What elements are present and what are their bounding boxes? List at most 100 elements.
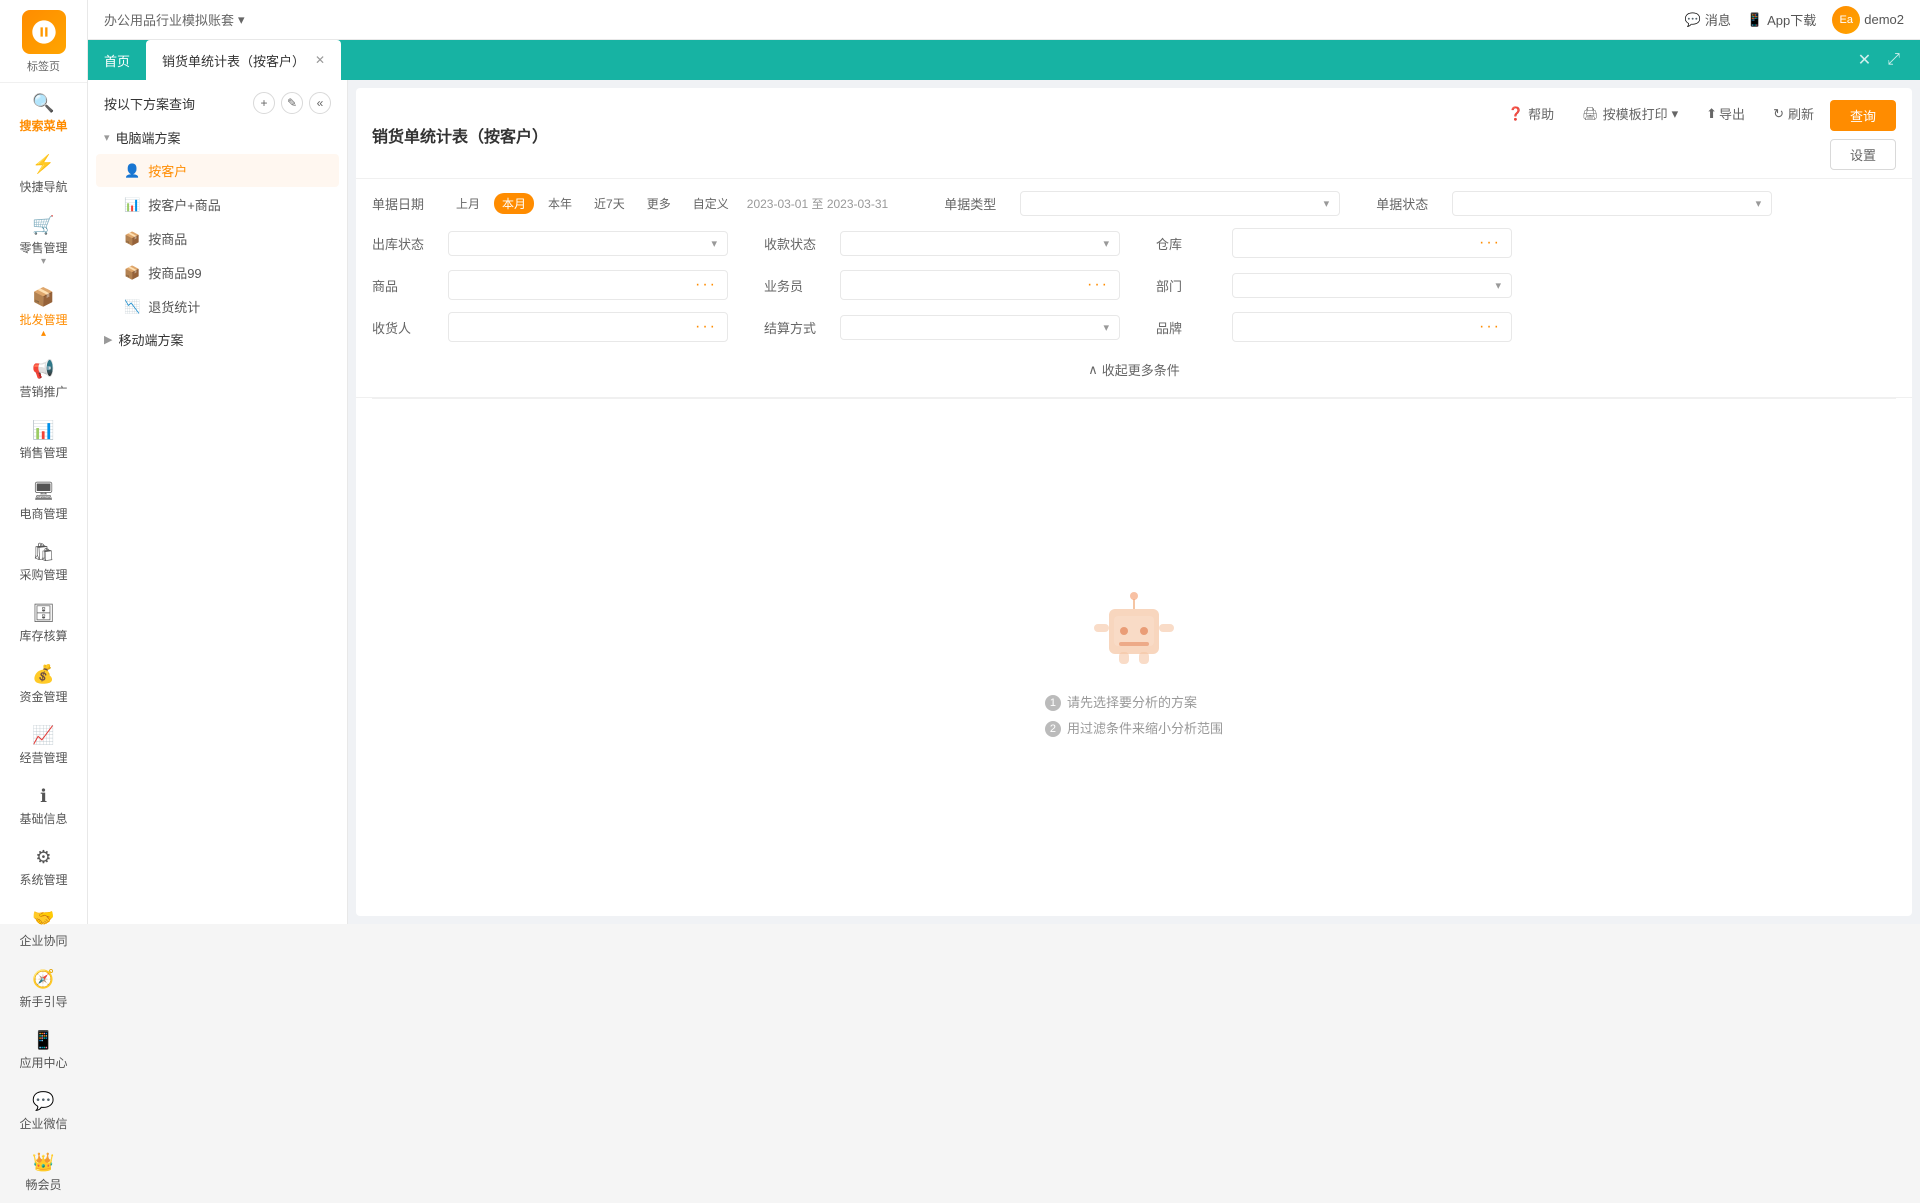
app-title: 办公用品行业模拟账套 [104, 10, 234, 29]
logo-icon [22, 10, 66, 54]
return-stats-icon: 📉 [124, 299, 140, 315]
marketing-icon: 📢 [32, 359, 54, 380]
tab-home[interactable]: 首页 [88, 40, 146, 80]
content-area: 按以下方案查询 + ✎ « ▾ 电脑端方案 [88, 80, 1920, 924]
search-icon: 🔍 [32, 93, 54, 114]
type-chevron-icon: ▾ [1324, 197, 1330, 210]
logo-text: 标签页 [27, 58, 60, 74]
salesman-select[interactable]: ··· [840, 270, 1120, 300]
out-status-chevron-icon: ▾ [711, 237, 717, 250]
sidebar-item-vip[interactable]: 👑 畅会员 [0, 1142, 87, 1203]
warehouse-dots: ··· [1479, 234, 1501, 252]
tab-sales-stats-label: 销货单统计表（按客户） [162, 51, 305, 70]
user-profile-btn[interactable]: Ea demo2 [1832, 6, 1904, 34]
tab-close-icon[interactable]: ✕ [315, 53, 325, 67]
scheme-collapse-btn[interactable]: « [309, 92, 331, 114]
date-btn-last-month[interactable]: 上月 [448, 193, 488, 214]
collapse-filter-btn[interactable]: ∧ 收起更多条件 [372, 354, 1896, 385]
vip-icon: 👑 [32, 1152, 54, 1173]
query-button[interactable]: 查询 [1830, 100, 1896, 131]
product-select[interactable]: ··· [448, 270, 728, 300]
avatar-text: Ea [1840, 14, 1853, 26]
sidebar-item-vip-label: 畅会员 [25, 1176, 61, 1193]
wholesale-icon: 📦 [32, 287, 54, 308]
date-btn-7days[interactable]: 近7天 [586, 193, 633, 214]
help-icon: ❓ [1508, 106, 1524, 122]
ecommerce-icon: 🖥 [32, 481, 55, 502]
scheme-item-by-customer-product[interactable]: 📊 按客户+商品 [96, 188, 339, 221]
app-title-dropdown[interactable]: 办公用品行业模拟账套 ▾ [104, 10, 245, 29]
desktop-scheme-header[interactable]: ▾ 电脑端方案 [96, 122, 339, 153]
date-btn-custom[interactable]: 自定义 [685, 193, 737, 214]
pay-status-chevron-icon: ▾ [1103, 237, 1109, 250]
mobile-scheme-header[interactable]: ▶ 移动端方案 [96, 324, 339, 355]
template-print-btn[interactable]: 🖨 按模板打印 ▾ [1574, 100, 1686, 127]
dept-select[interactable]: ▾ [1232, 273, 1512, 298]
message-btn[interactable]: 💬 消息 [1685, 10, 1731, 29]
date-btn-more[interactable]: 更多 [639, 193, 679, 214]
window-close-icon[interactable]: ✕ [1858, 50, 1871, 70]
scheme-item-by-product-99[interactable]: 📦 按商品99 [96, 256, 339, 289]
sidebar-item-sales-mgmt[interactable]: 📊 销售管理 [0, 410, 87, 471]
collapse-up-icon: ∧ [1088, 362, 1098, 378]
retail-arrow: ▾ [41, 256, 46, 267]
out-status-select[interactable]: ▾ [448, 231, 728, 256]
type-select[interactable]: ▾ [1020, 191, 1340, 216]
sidebar-item-retail[interactable]: 🛒 零售管理 ▾ [0, 205, 87, 277]
export-btn[interactable]: ⬆ 导出 [1698, 100, 1753, 127]
download-icon: 📱 [1747, 12, 1763, 28]
sidebar-item-ecommerce-label: 电商管理 [19, 505, 67, 522]
pay-status-select[interactable]: ▾ [840, 231, 1120, 256]
avatar: Ea [1832, 6, 1860, 34]
by-customer-product-label: 按客户+商品 [148, 195, 221, 214]
sidebar-item-wholesale[interactable]: 📦 批发管理 ▴ [0, 277, 87, 349]
tab-sales-stats[interactable]: 销货单统计表（按客户） ✕ [146, 40, 341, 80]
recipient-select[interactable]: ··· [448, 312, 728, 342]
window-maximize-icon[interactable]: ⤢ [1887, 51, 1900, 69]
sidebar-item-sales-mgmt-label: 销售管理 [19, 444, 67, 461]
scheme-edit-btn[interactable]: ✎ [281, 92, 303, 114]
brand-label: 品牌 [1156, 318, 1216, 337]
settlement-select[interactable]: ▾ [840, 315, 1120, 340]
setting-button[interactable]: 设置 [1830, 139, 1896, 170]
refresh-btn[interactable]: ↻ 刷新 [1765, 100, 1822, 127]
app-download-btn[interactable]: 📱 App下载 [1747, 10, 1816, 29]
out-status-label: 出库状态 [372, 234, 432, 253]
sidebar-item-enterprise[interactable]: 🤝 企业协同 [0, 898, 87, 959]
logo-area: 标签页 [0, 0, 87, 83]
message-icon: 💬 [1685, 12, 1701, 28]
warehouse-label: 仓库 [1156, 234, 1216, 253]
status-select[interactable]: ▾ [1452, 191, 1772, 216]
sidebar-item-operations[interactable]: 📈 经营管理 [0, 715, 87, 776]
scheme-item-by-customer[interactable]: 👤 按客户 [96, 154, 339, 187]
scheme-add-btn[interactable]: + [253, 92, 275, 114]
sidebar-item-inventory[interactable]: 🗄 库存核算 [0, 593, 87, 654]
brand-select[interactable]: ··· [1232, 312, 1512, 342]
date-btn-this-month[interactable]: 本月 [494, 193, 534, 214]
sidebar-item-quick-nav[interactable]: ⚡ 快捷导航 [0, 144, 87, 205]
sidebar-item-wechat[interactable]: 💬 企业微信 [0, 1081, 87, 1142]
sidebar-item-app-center[interactable]: 📱 应用中心 [0, 1020, 87, 1081]
sidebar-item-marketing[interactable]: 📢 营销推广 [0, 349, 87, 410]
sidebar-item-basic-info[interactable]: ℹ 基础信息 [0, 776, 87, 837]
recipient-label: 收货人 [372, 318, 432, 337]
print-icon: 🖨 [1582, 106, 1599, 122]
warehouse-select[interactable]: ··· [1232, 228, 1512, 258]
scheme-item-by-product[interactable]: 📦 按商品 [96, 222, 339, 255]
sidebar-item-finance[interactable]: 💰 资金管理 [0, 654, 87, 715]
help-btn[interactable]: ❓ 帮助 [1500, 100, 1562, 127]
by-product-icon: 📦 [124, 231, 140, 247]
sales-mgmt-icon: 📊 [32, 420, 54, 441]
sidebar-item-ecommerce[interactable]: 🖥 电商管理 [0, 471, 87, 532]
sidebar-item-newbie[interactable]: 🧭 新手引导 [0, 959, 87, 1020]
desktop-expand-icon: ▾ [104, 131, 110, 144]
sidebar-item-purchase[interactable]: 🛍 采购管理 [0, 532, 87, 593]
sidebar-item-search[interactable]: 🔍 搜索菜单 [0, 83, 87, 144]
sidebar-item-system[interactable]: ⚙ 系统管理 [0, 837, 87, 898]
by-customer-icon: 👤 [124, 163, 140, 179]
salesman-label: 业务员 [764, 276, 824, 295]
date-btn-this-year[interactable]: 本年 [540, 193, 580, 214]
scheme-item-return-stats[interactable]: 📉 退货统计 [96, 290, 339, 323]
status-label: 单据状态 [1376, 194, 1436, 213]
empty-tip-2: 2 用过滤条件来缩小分析范围 [1045, 716, 1223, 742]
